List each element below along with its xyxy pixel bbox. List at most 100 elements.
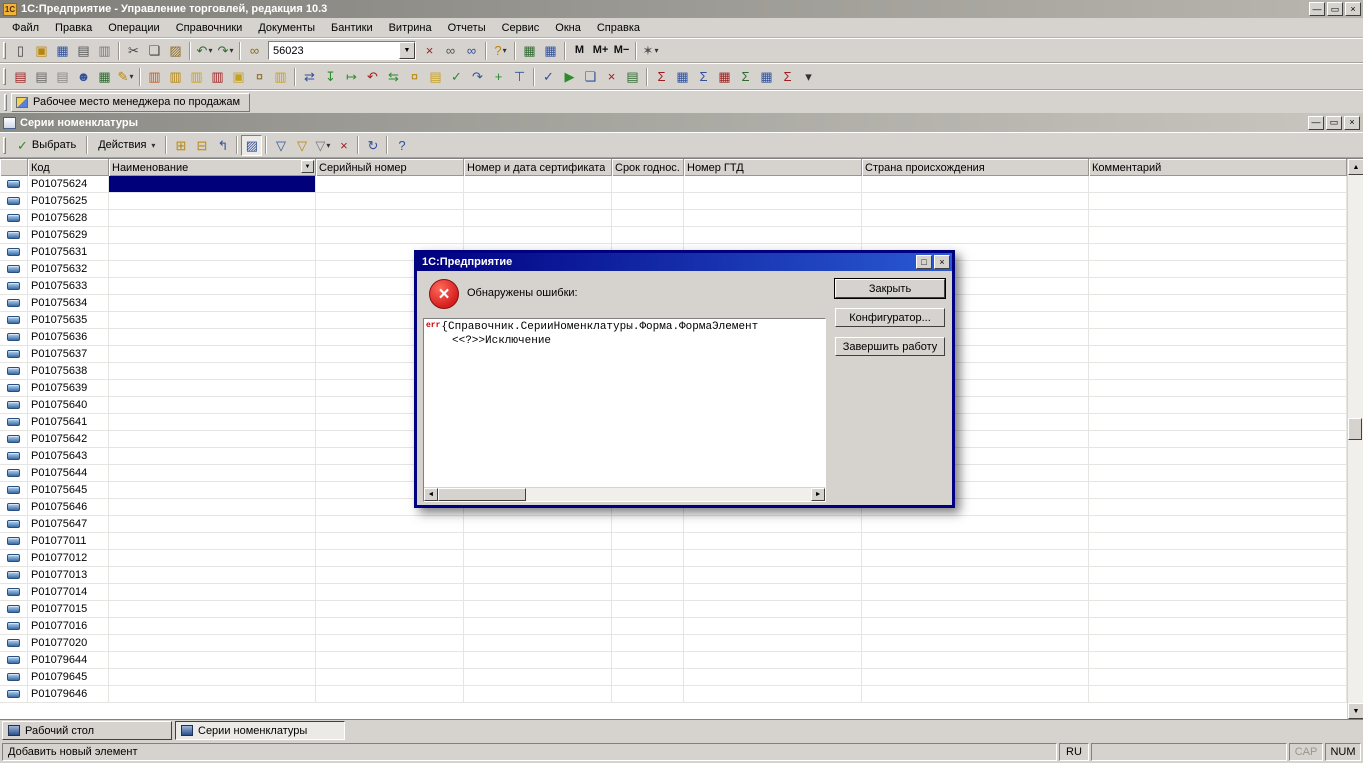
cell-gtd[interactable]: [684, 193, 862, 209]
table-row[interactable]: P01079646: [0, 686, 1347, 703]
row-marker-cell[interactable]: [0, 482, 28, 498]
cell-serial[interactable]: [316, 635, 464, 651]
cell-comment[interactable]: [1089, 346, 1347, 362]
close-button[interactable]: ×: [1345, 2, 1361, 16]
child-close-button[interactable]: ×: [1344, 115, 1360, 130]
cell-gtd[interactable]: [684, 601, 862, 617]
goods-return-icon[interactable]: ↶: [362, 66, 383, 87]
menu-reports[interactable]: Отчеты: [440, 19, 494, 37]
row-marker-cell[interactable]: [0, 448, 28, 464]
configurator-button[interactable]: Конфигуратор...: [835, 308, 945, 327]
cell-code[interactable]: P01079644: [28, 652, 109, 668]
cell-name[interactable]: [109, 227, 316, 243]
cell-certificate[interactable]: [464, 533, 612, 549]
cell-comment[interactable]: [1089, 380, 1347, 396]
table-row[interactable]: P01079644: [0, 652, 1347, 669]
cell-expiry[interactable]: [612, 550, 684, 566]
scrollbar-track[interactable]: [1348, 175, 1363, 703]
table-row[interactable]: P01075629: [0, 227, 1347, 244]
cell-comment[interactable]: [1089, 533, 1347, 549]
cell-code[interactable]: P01075642: [28, 431, 109, 447]
cell-certificate[interactable]: [464, 686, 612, 702]
menu-documents[interactable]: Документы: [250, 19, 323, 37]
print-icon[interactable]: ▤: [73, 40, 94, 61]
cell-comment[interactable]: [1089, 686, 1347, 702]
cell-code[interactable]: P01075632: [28, 261, 109, 277]
money-transfer-icon[interactable]: ¤: [404, 66, 425, 87]
cell-comment[interactable]: [1089, 363, 1347, 379]
toolbar-grip[interactable]: [3, 68, 6, 85]
report-analysis-icon[interactable]: Σ: [777, 66, 798, 87]
menu-operations[interactable]: Операции: [100, 19, 167, 37]
cell-country[interactable]: [862, 550, 1089, 566]
cell-code[interactable]: P01075638: [28, 363, 109, 379]
child-minimize-button[interactable]: —: [1308, 115, 1324, 130]
cell-serial[interactable]: [316, 227, 464, 243]
cell-country[interactable]: [862, 176, 1089, 192]
cell-certificate[interactable]: [464, 550, 612, 566]
row-marker-cell[interactable]: [0, 227, 28, 243]
cell-country[interactable]: [862, 618, 1089, 634]
row-marker-cell[interactable]: [0, 499, 28, 515]
cell-code[interactable]: P01077011: [28, 533, 109, 549]
cell-comment[interactable]: [1089, 193, 1347, 209]
cell-name[interactable]: [109, 346, 316, 362]
paste-icon[interactable]: ▨: [165, 40, 186, 61]
cell-expiry[interactable]: [612, 635, 684, 651]
cell-certificate[interactable]: [464, 635, 612, 651]
cell-comment[interactable]: [1089, 567, 1347, 583]
column-header-certificate[interactable]: Номер и дата сертификата: [464, 159, 612, 176]
cell-expiry[interactable]: [612, 669, 684, 685]
counterparties-icon[interactable]: ☻: [73, 66, 94, 87]
cell-name[interactable]: [109, 244, 316, 260]
table-row[interactable]: P01077013: [0, 567, 1347, 584]
report-stock-icon[interactable]: ▦: [672, 66, 693, 87]
child-window-titlebar[interactable]: Серии номенклатуры — ▭ ×: [0, 113, 1363, 132]
cell-country[interactable]: [862, 567, 1089, 583]
row-marker-cell[interactable]: [0, 516, 28, 532]
cell-code[interactable]: P01075624: [28, 176, 109, 192]
cell-comment[interactable]: [1089, 397, 1347, 413]
filter-settings-icon[interactable]: ▽ ▾: [312, 135, 333, 156]
cell-name[interactable]: [109, 465, 316, 481]
sales-manager-workspace-tab[interactable]: Рабочее место менеджера по продажам: [11, 92, 251, 112]
cell-certificate[interactable]: [464, 618, 612, 634]
cell-name[interactable]: [109, 635, 316, 651]
cell-comment[interactable]: [1089, 516, 1347, 532]
cell-serial[interactable]: [316, 584, 464, 600]
actions-button[interactable]: Действия ▾: [91, 135, 162, 156]
clear-filter-icon[interactable]: ×: [333, 135, 354, 156]
cell-name[interactable]: [109, 193, 316, 209]
dialog-maximize-button[interactable]: □: [916, 255, 932, 269]
cell-code[interactable]: P01079646: [28, 686, 109, 702]
column-list-dropdown-icon[interactable]: ▼: [301, 160, 314, 173]
calc-memory-minus-icon[interactable]: M−: [611, 40, 632, 61]
menu-references[interactable]: Справочники: [168, 19, 251, 37]
cell-serial[interactable]: [316, 601, 464, 617]
cell-code[interactable]: P01075644: [28, 465, 109, 481]
cut-icon[interactable]: ✂: [123, 40, 144, 61]
cell-serial[interactable]: [316, 686, 464, 702]
filter-by-value-icon[interactable]: ▽: [291, 135, 312, 156]
sales-invoice-icon[interactable]: ▥: [207, 66, 228, 87]
invoice-icon[interactable]: ▥: [186, 66, 207, 87]
cell-code[interactable]: P01077013: [28, 567, 109, 583]
cell-country[interactable]: [862, 652, 1089, 668]
row-marker-cell[interactable]: [0, 686, 28, 702]
row-marker-cell[interactable]: [0, 567, 28, 583]
cell-comment[interactable]: [1089, 227, 1347, 243]
save-icon[interactable]: ▦: [52, 40, 73, 61]
cell-name[interactable]: [109, 363, 316, 379]
cell-comment[interactable]: [1089, 652, 1347, 668]
row-marker-cell[interactable]: [0, 312, 28, 328]
cell-certificate[interactable]: [464, 227, 612, 243]
print-preview-icon[interactable]: ▥: [94, 40, 115, 61]
cell-comment[interactable]: [1089, 618, 1347, 634]
cell-code[interactable]: P01079645: [28, 669, 109, 685]
column-header-code[interactable]: Код: [28, 159, 109, 176]
cell-comment[interactable]: [1089, 295, 1347, 311]
error-text-area[interactable]: err{Справочник.СерииНоменклатуры.Форма.Ф…: [423, 318, 826, 502]
menu-windows[interactable]: Окна: [547, 19, 589, 37]
cell-code[interactable]: P01077012: [28, 550, 109, 566]
cash-order-icon[interactable]: ▥: [270, 66, 291, 87]
